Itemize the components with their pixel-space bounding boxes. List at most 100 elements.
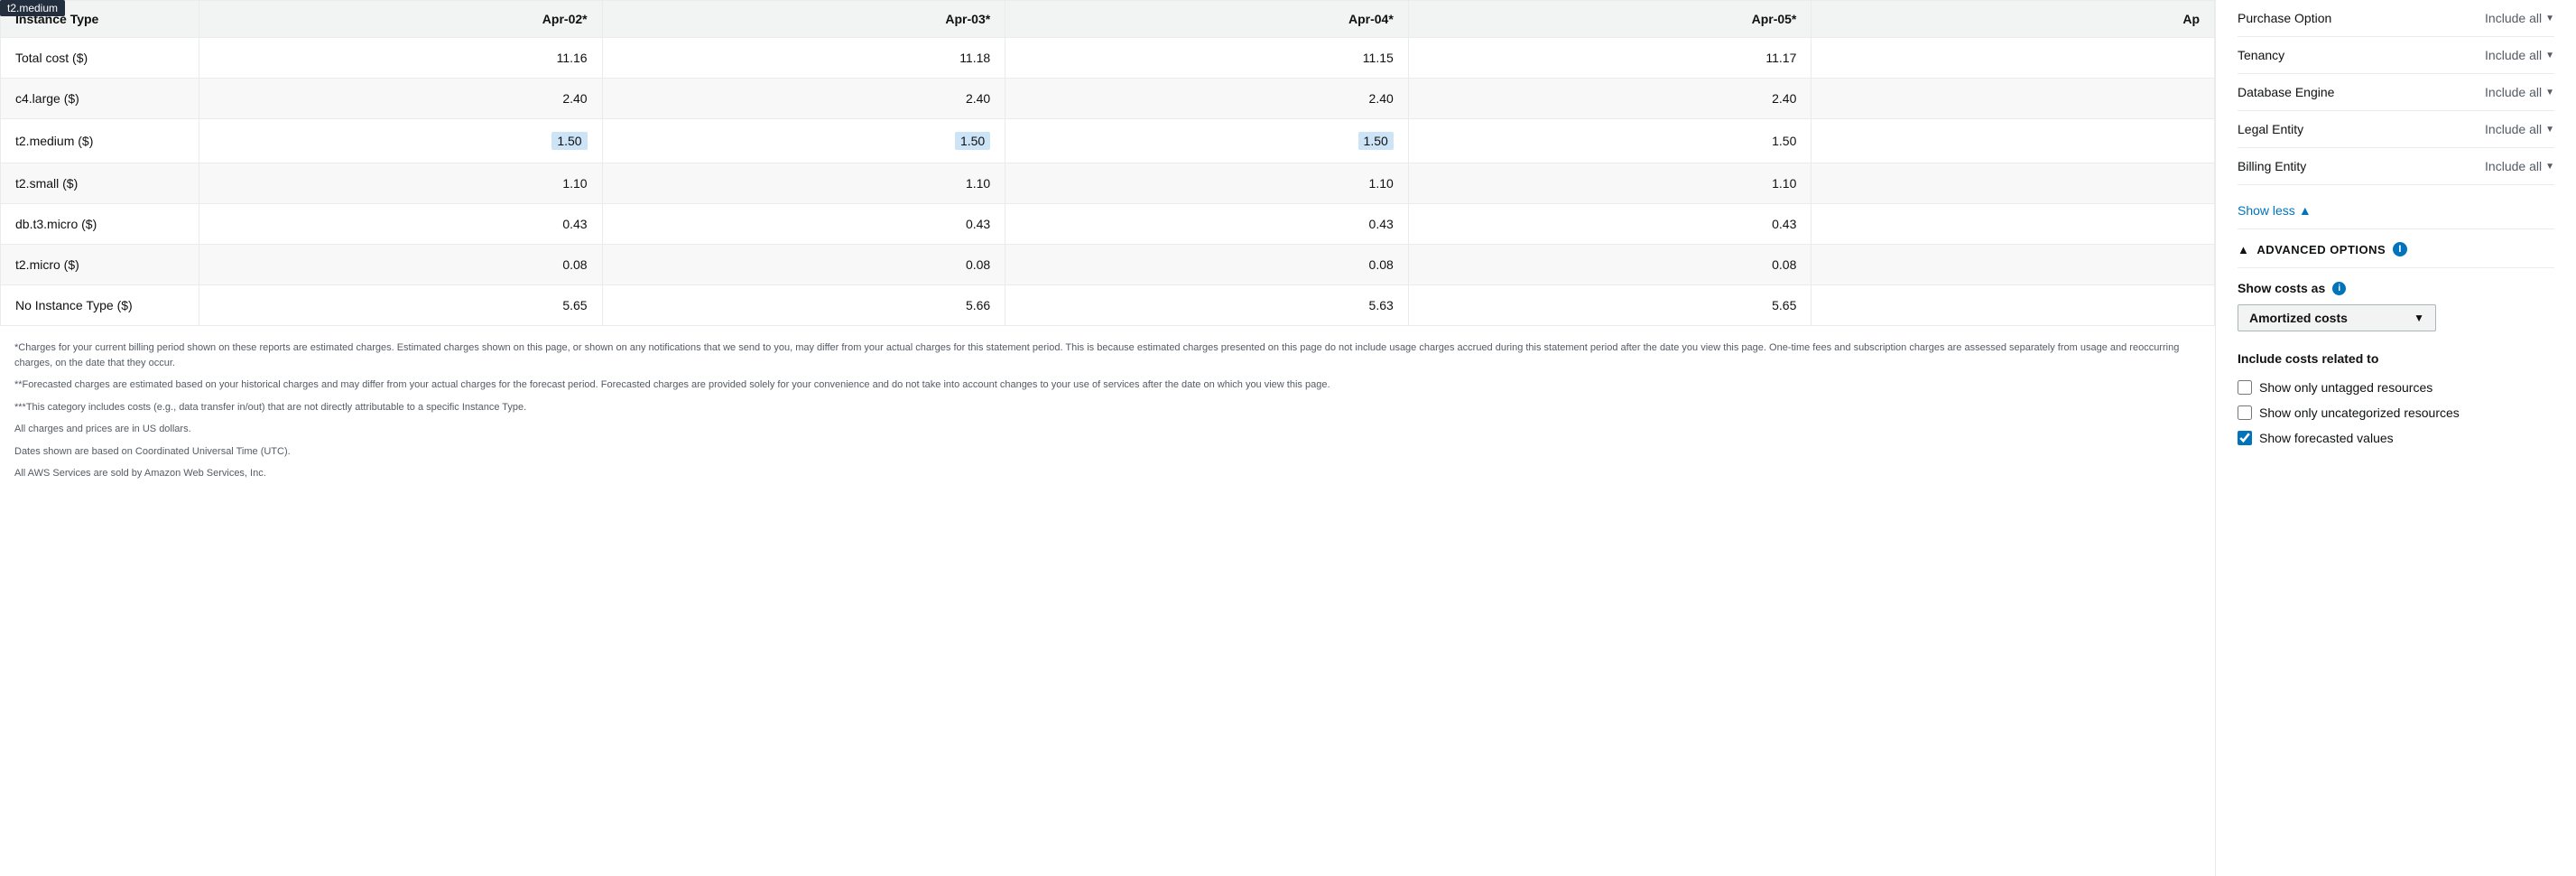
chevron-down-icon: ▼ [2545,162,2554,172]
note-6: All AWS Services are sold by Amazon Web … [14,466,2201,481]
cell-1-2: 2.40 [602,79,1005,119]
note-1: *Charges for your current billing period… [14,340,2201,370]
chevron-left-icon: ▲ [2238,243,2249,256]
cell-0-4: 11.17 [1408,38,1812,79]
note-5: Dates shown are based on Coordinated Uni… [14,444,2201,460]
cell-3-2: 1.10 [602,163,1005,204]
cell-2-4: 1.50 [1408,119,1812,163]
note-2: **Forecasted charges are estimated based… [14,377,2201,393]
cell-4-0: db.t3.micro ($) [1,204,199,245]
cell-3-3: 1.10 [1005,163,1409,204]
cell-2-5 [1812,119,2215,163]
uncategorized-label: Show only uncategorized resources [2259,405,2460,420]
cell-6-4: 5.65 [1408,285,1812,326]
include-costs-label: Include costs related to [2238,351,2554,366]
col-header-apr05: Apr-05* [1408,1,1812,38]
cell-6-5 [1812,285,2215,326]
filter-row-0: Purchase Option Include all▼ [2238,0,2554,37]
filter-label-3: Legal Entity [2238,122,2303,136]
cell-0-2: 11.18 [602,38,1005,79]
cell-1-4: 2.40 [1408,79,1812,119]
filter-value-2[interactable]: Include all▼ [2485,85,2554,99]
cell-5-1: 0.08 [199,245,603,285]
show-costs-row: Show costs as i Amortized costs ▼ [2238,268,2554,339]
filter-label-0: Purchase Option [2238,11,2331,25]
cell-2-2: 1.50 [602,119,1005,163]
col-header-apr-more: Ap [1812,1,2215,38]
advanced-options-info-icon: i [2393,242,2407,256]
show-less-label: Show less [2238,203,2295,218]
col-header-apr04: Apr-04* [1005,1,1409,38]
tooltip-badge: t2.medium [0,0,65,16]
filter-value-1[interactable]: Include all▼ [2485,48,2554,62]
cell-6-0: No Instance Type ($) [1,285,199,326]
chevron-down-icon: ▼ [2545,14,2554,23]
filter-value-text-0: Include all [2485,11,2542,25]
filter-row-2: Database Engine Include all▼ [2238,74,2554,111]
untagged-checkbox[interactable] [2238,380,2252,395]
untagged-label: Show only untagged resources [2259,380,2432,395]
table-row: c4.large ($)2.402.402.402.40 [1,79,2215,119]
advanced-options-header: ▲ ADVANCED OPTIONS i [2238,229,2554,268]
cell-6-3: 5.63 [1005,285,1409,326]
filter-value-text-4: Include all [2485,159,2542,173]
cell-5-4: 0.08 [1408,245,1812,285]
filter-value-3[interactable]: Include all▼ [2485,122,2554,136]
cell-0-0: Total cost ($) [1,38,199,79]
cell-5-5 [1812,245,2215,285]
cell-5-2: 0.08 [602,245,1005,285]
cell-3-5 [1812,163,2215,204]
note-3: ***This category includes costs (e.g., d… [14,400,2201,415]
cell-4-5 [1812,204,2215,245]
filter-label-2: Database Engine [2238,85,2334,99]
uncategorized-checkbox-row[interactable]: Show only uncategorized resources [2238,400,2554,425]
note-4: All charges and prices are in US dollars… [14,422,2201,437]
chevron-down-icon: ▼ [2545,51,2554,61]
highlighted-cell-value: 1.50 [955,132,990,150]
cost-table: Instance Type Apr-02* Apr-03* Apr-04* Ap… [0,0,2215,326]
highlighted-cell-value: 1.50 [1358,132,1394,150]
costs-dropdown-value: Amortized costs [2249,311,2348,325]
chevron-up-icon: ▲ [2299,203,2312,218]
cell-3-4: 1.10 [1408,163,1812,204]
filter-row-3: Legal Entity Include all▼ [2238,111,2554,148]
cell-0-5 [1812,38,2215,79]
show-costs-label: Show costs as i [2238,281,2554,295]
filters-section: Purchase OptionInclude all▼TenancyInclud… [2238,0,2554,185]
cell-1-5 [1812,79,2215,119]
uncategorized-checkbox[interactable] [2238,405,2252,420]
notes-section: *Charges for your current billing period… [0,326,2215,503]
dropdown-arrow-icon: ▼ [2414,312,2424,324]
cell-2-0: t2.medium ($) [1,119,199,163]
cell-1-1: 2.40 [199,79,603,119]
forecasted-checkbox-row[interactable]: Show forecasted values [2238,425,2554,451]
table-row: t2.medium ($)1.501.501.501.50 [1,119,2215,163]
table-row: No Instance Type ($)5.655.665.635.65 [1,285,2215,326]
sidebar: Purchase OptionInclude all▼TenancyInclud… [2215,0,2576,876]
col-header-apr02: Apr-02* [199,1,603,38]
cell-2-1: 1.50 [199,119,603,163]
filter-row-1: Tenancy Include all▼ [2238,37,2554,74]
filter-label-1: Tenancy [2238,48,2284,62]
filter-value-4[interactable]: Include all▼ [2485,159,2554,173]
cell-4-3: 0.43 [1005,204,1409,245]
cell-0-1: 11.16 [199,38,603,79]
cell-1-0: c4.large ($) [1,79,199,119]
table-row: Total cost ($)11.1611.1811.1511.17 [1,38,2215,79]
filter-value-0[interactable]: Include all▼ [2485,11,2554,25]
filter-value-text-1: Include all [2485,48,2542,62]
filter-value-text-2: Include all [2485,85,2542,99]
cell-6-2: 5.66 [602,285,1005,326]
amortized-costs-dropdown[interactable]: Amortized costs ▼ [2238,304,2436,331]
show-less-link[interactable]: Show less ▲ [2238,192,2554,229]
advanced-options-label: ADVANCED OPTIONS [2256,243,2386,256]
filter-value-text-3: Include all [2485,122,2542,136]
cell-6-1: 5.65 [199,285,603,326]
forecasted-checkbox[interactable] [2238,431,2252,445]
show-costs-info-icon: i [2332,282,2346,295]
cell-0-3: 11.15 [1005,38,1409,79]
cell-4-4: 0.43 [1408,204,1812,245]
untagged-checkbox-row[interactable]: Show only untagged resources [2238,375,2554,400]
cell-4-2: 0.43 [602,204,1005,245]
forecasted-label: Show forecasted values [2259,431,2394,445]
